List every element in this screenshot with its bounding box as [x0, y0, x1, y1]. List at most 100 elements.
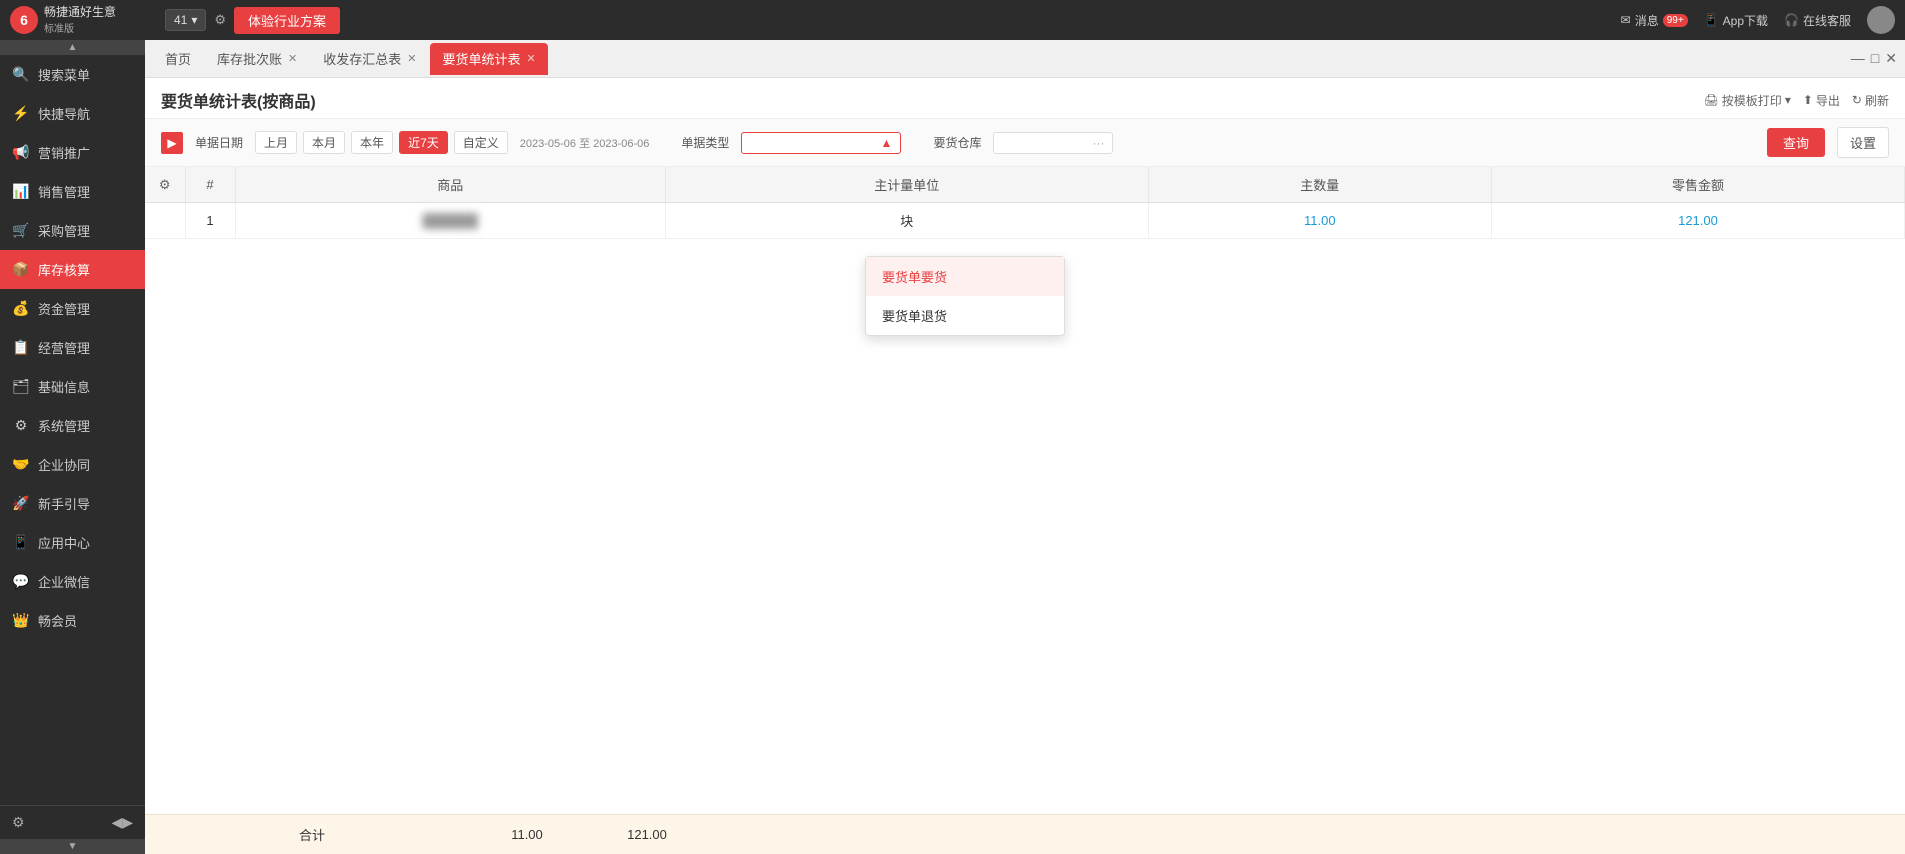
tab-order-summary-close[interactable]: ✕ [527, 52, 536, 65]
th-settings: ⚙ [145, 167, 185, 203]
query-button[interactable]: 查询 [1767, 128, 1825, 157]
tab-inventory-batch[interactable]: 库存批次账 ✕ [205, 43, 309, 75]
sidebar-item-search[interactable]: 🔍 搜索菜单 [0, 55, 145, 94]
sidebar-item-inventory[interactable]: 📦 库存核算 [0, 250, 145, 289]
date-btn-this-month[interactable]: 本月 [303, 131, 345, 154]
td-unit: 块 [665, 203, 1148, 239]
refresh-btn[interactable]: ↻ 刷新 [1852, 92, 1889, 109]
warehouse-filter-label: 要货仓库 [933, 134, 981, 151]
message-label: 消息 [1635, 12, 1659, 29]
sidebar-item-sales[interactable]: 📊 销售管理 [0, 172, 145, 211]
top-header: 6 畅捷通好生意 标准版 41 ▾ ⚙ 体验行业方案 ✉ 消息 99+ 📱 Ap… [0, 0, 1905, 40]
sidebar-item-basic[interactable]: 🗂 基础信息 [0, 367, 145, 406]
online-service-item[interactable]: 🎧 在线客服 [1784, 12, 1851, 29]
export-icon: ⬆ [1803, 93, 1813, 107]
content-area: 首页 库存批次账 ✕ 收发存汇总表 ✕ 要货单统计表 ✕ — □ ✕ [145, 40, 1905, 854]
date-range-text: 2023-05-06 至 2023-06-06 [520, 135, 650, 151]
dropdown-item-order-goods[interactable]: 要货单要货 [866, 257, 1064, 296]
tab-close-all-icon[interactable]: ✕ [1885, 50, 1897, 67]
message-icon: ✉ [1621, 13, 1631, 27]
sidebar-label-quick: 快捷导航 [38, 104, 90, 123]
tab-collect-summary-close[interactable]: ✕ [407, 52, 416, 65]
th-unit: 主计量单位 [665, 167, 1148, 203]
sidebar-label-wechat: 企业微信 [38, 572, 90, 591]
tab-maximize-icon[interactable]: □ [1871, 50, 1879, 67]
sidebar-item-wechat[interactable]: 💬 企业微信 [0, 562, 145, 601]
footer-qty: 11.00 [467, 827, 587, 842]
export-btn[interactable]: ⬆ 导出 [1803, 92, 1840, 109]
sidebar-scroll-down[interactable]: ▼ [0, 839, 145, 854]
operations-icon: 📋 [12, 339, 30, 357]
marketing-icon: 📢 [12, 144, 30, 162]
tab-order-summary[interactable]: 要货单统计表 ✕ [430, 43, 547, 75]
store-selector[interactable]: 41 ▾ [165, 9, 206, 31]
th-product: 商品 [235, 167, 665, 203]
sidebar-item-quick[interactable]: ⚡ 快捷导航 [0, 94, 145, 133]
type-filter-select[interactable]: ▲ [741, 132, 901, 154]
settings-button[interactable]: 设置 [1837, 127, 1889, 158]
trial-button[interactable]: 体验行业方案 [234, 7, 340, 34]
print-icon: 🖨 [1704, 93, 1719, 107]
td-amount: 121.00 [1491, 203, 1904, 239]
tab-inventory-batch-close[interactable]: ✕ [288, 52, 297, 65]
sidebar-item-system[interactable]: ⚙ 系统管理 [0, 406, 145, 445]
page-content: 要货单统计表(按商品) 🖨 按模板打印 ▾ ⬆ 导出 ↻ 刷新 [145, 78, 1905, 854]
sidebar-item-purchase[interactable]: 🛒 采购管理 [0, 211, 145, 250]
app-name: 畅捷通好生意 [44, 5, 116, 21]
tab-home[interactable]: 首页 [153, 43, 203, 75]
sidebar-item-guide[interactable]: 🚀 新手引导 [0, 484, 145, 523]
message-item[interactable]: ✉ 消息 99+ [1621, 12, 1688, 29]
sidebar-item-finance[interactable]: 💰 资金管理 [0, 289, 145, 328]
logo-area: 6 畅捷通好生意 标准版 [10, 5, 155, 36]
print-template-btn[interactable]: 🖨 按模板打印 ▾ [1704, 92, 1791, 109]
settings-bottom-icon[interactable]: ⚙ [12, 814, 25, 831]
settings-gear-icon[interactable]: ⚙ [214, 12, 226, 28]
footer-label: 合计 [157, 825, 467, 844]
logo-icon: 6 [10, 6, 38, 34]
tab-bar: 首页 库存批次账 ✕ 收发存汇总表 ✕ 要货单统计表 ✕ — □ ✕ [145, 40, 1905, 78]
sidebar-label-system: 系统管理 [38, 416, 90, 435]
sidebar-label-inventory: 库存核算 [38, 260, 90, 279]
table-row: 1 ██████ 块 11.00 121.00 [145, 203, 1905, 239]
sidebar-label-enterprise: 企业协同 [38, 455, 90, 474]
date-btn-custom[interactable]: 自定义 [454, 131, 508, 154]
date-btn-7days[interactable]: 近7天 [399, 131, 448, 154]
sidebar-item-operations[interactable]: 📋 经营管理 [0, 328, 145, 367]
purchase-icon: 🛒 [12, 222, 30, 240]
warehouse-filter-select[interactable]: ··· [993, 132, 1113, 154]
avatar[interactable] [1867, 6, 1895, 34]
print-dropdown-arrow: ▾ [1785, 93, 1791, 107]
column-settings-icon[interactable]: ⚙ [159, 177, 171, 192]
enterprise-icon: 🤝 [12, 456, 30, 474]
sidebar-item-enterprise[interactable]: 🤝 企业协同 [0, 445, 145, 484]
sidebar-item-appstore[interactable]: 📱 应用中心 [0, 523, 145, 562]
footer-amount: 121.00 [587, 827, 707, 842]
basic-icon: 🗂 [12, 378, 30, 396]
app-download-item[interactable]: 📱 App下载 [1704, 12, 1768, 29]
collapse-icon[interactable]: ◀▶ [111, 814, 133, 831]
filter-toggle-btn[interactable]: ▶ [161, 132, 183, 154]
tab-inventory-batch-label: 库存批次账 [217, 49, 282, 68]
sidebar-scroll-up[interactable]: ▲ [0, 40, 145, 55]
member-icon: 👑 [12, 612, 30, 630]
tab-minimize-icon[interactable]: — [1851, 50, 1865, 67]
sidebar-item-marketing[interactable]: 📢 营销推广 [0, 133, 145, 172]
tab-collect-summary[interactable]: 收发存汇总表 ✕ [311, 43, 428, 75]
system-icon: ⚙ [12, 417, 30, 435]
td-num: 1 [185, 203, 235, 239]
search-icon: 🔍 [12, 66, 30, 84]
date-btn-this-year[interactable]: 本年 [351, 131, 393, 154]
sidebar-label-guide: 新手引导 [38, 494, 90, 513]
guide-icon: 🚀 [12, 495, 30, 513]
dropdown-item-order-return[interactable]: 要货单退货 [866, 296, 1064, 335]
type-dropdown: 要货单要货 要货单退货 [865, 256, 1065, 336]
sidebar-item-member[interactable]: 👑 畅会员 [0, 601, 145, 640]
filter-bar: ▶ 单据日期 上月 本月 本年 近7天 自定义 2023-05-06 至 202… [145, 118, 1905, 167]
date-btn-last-month[interactable]: 上月 [255, 131, 297, 154]
qty-link[interactable]: 11.00 [1304, 213, 1336, 228]
store-number: 41 [174, 13, 187, 27]
refresh-icon: ↻ [1852, 93, 1862, 107]
table-footer: 合计 11.00 121.00 [145, 814, 1905, 854]
amount-link[interactable]: 121.00 [1678, 213, 1718, 228]
service-label: 在线客服 [1803, 12, 1851, 29]
